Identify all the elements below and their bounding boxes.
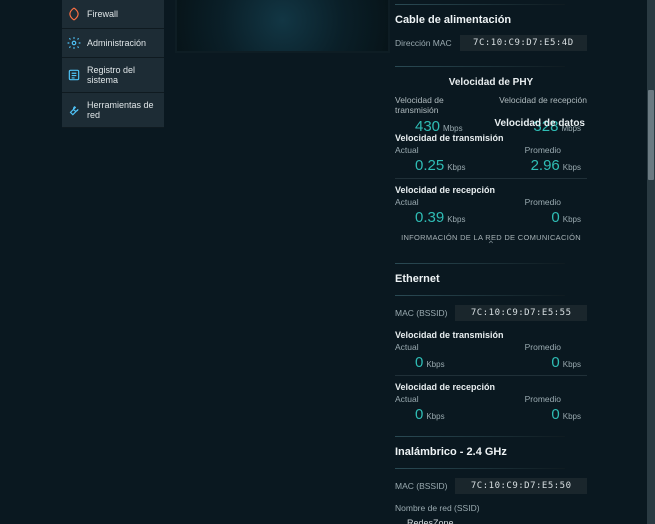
menu-syslog[interactable]: Registro del sistema — [62, 58, 164, 93]
wifi-section: Inalámbrico - 2.4 GHz MAC (BSSID) 7C:10:… — [395, 436, 587, 524]
ssid-value: RedesZone — [395, 513, 587, 524]
data-rx-label: Velocidad de recepción — [395, 185, 587, 195]
eth-rx-label: Velocidad de recepción — [395, 382, 587, 392]
menu-admin[interactable]: Administración — [62, 29, 164, 58]
data-tx-avg: 2.96 — [531, 157, 560, 174]
syslog-icon — [67, 68, 81, 82]
phy-rx-label: Velocidad de recepción — [499, 95, 587, 115]
mac-label: Dirección MAC — [395, 38, 452, 48]
eth-tx-label: Velocidad de transmisión — [395, 330, 587, 340]
ethernet-section: Ethernet MAC (BSSID) 7C:10:C9:D7:E5:55 V… — [395, 263, 587, 424]
eth-bssid: 7C:10:C9:D7:E5:55 — [455, 305, 587, 321]
phy-tx-label: Velocidad de transmisión — [395, 95, 475, 115]
power-title: Cable de alimentación — [395, 11, 587, 32]
ssid-label: Nombre de red (SSID) — [395, 503, 587, 513]
sidebar: Firewall Administración Registro del sis… — [62, 0, 164, 128]
data-tx-actual: 0.25 — [415, 157, 444, 174]
device-preview — [175, 0, 390, 53]
admin-icon — [67, 36, 81, 50]
menu-firewall[interactable]: Firewall — [62, 0, 164, 29]
phy-title: Velocidad de PHY — [395, 77, 587, 88]
menu-label: Firewall — [87, 9, 118, 19]
eth-title: Ethernet — [395, 270, 587, 291]
menu-label: Herramientas de red — [87, 100, 159, 120]
data-rx-avg: 0 — [551, 209, 559, 226]
firewall-icon — [67, 7, 81, 21]
eth-rx-avg: 0 — [551, 406, 559, 423]
scrollbar[interactable] — [647, 0, 655, 524]
wifi-title: Inalámbrico - 2.4 GHz — [395, 443, 587, 464]
eth-tx-actual: 0 — [415, 354, 423, 371]
wifi-bssid-label: MAC (BSSID) — [395, 481, 447, 491]
detail-panel: Cable de alimentación Dirección MAC 7C:1… — [395, 0, 587, 524]
eth-rx-actual: 0 — [415, 406, 423, 423]
wifi-bssid: 7C:10:C9:D7:E5:50 — [455, 478, 587, 494]
menu-nettools[interactable]: Herramientas de red — [62, 93, 164, 128]
menu-label: Administración — [87, 38, 146, 48]
scrollbar-thumb[interactable] — [648, 90, 654, 180]
phy-section: Velocidad de PHY Velocidad de transmisió… — [395, 66, 587, 129]
power-mac: 7C:10:C9:D7:E5:4D — [460, 35, 587, 51]
power-section: Cable de alimentación Dirección MAC 7C:1… — [395, 4, 587, 54]
menu-label: Registro del sistema — [87, 65, 159, 85]
eth-tx-avg: 0 — [551, 354, 559, 371]
eth-bssid-label: MAC (BSSID) — [395, 308, 447, 318]
data-rx-actual: 0.39 — [415, 209, 444, 226]
tools-icon — [67, 103, 81, 117]
data-tx-section: Velocidad de transmisión ActualPromedio … — [395, 133, 587, 251]
